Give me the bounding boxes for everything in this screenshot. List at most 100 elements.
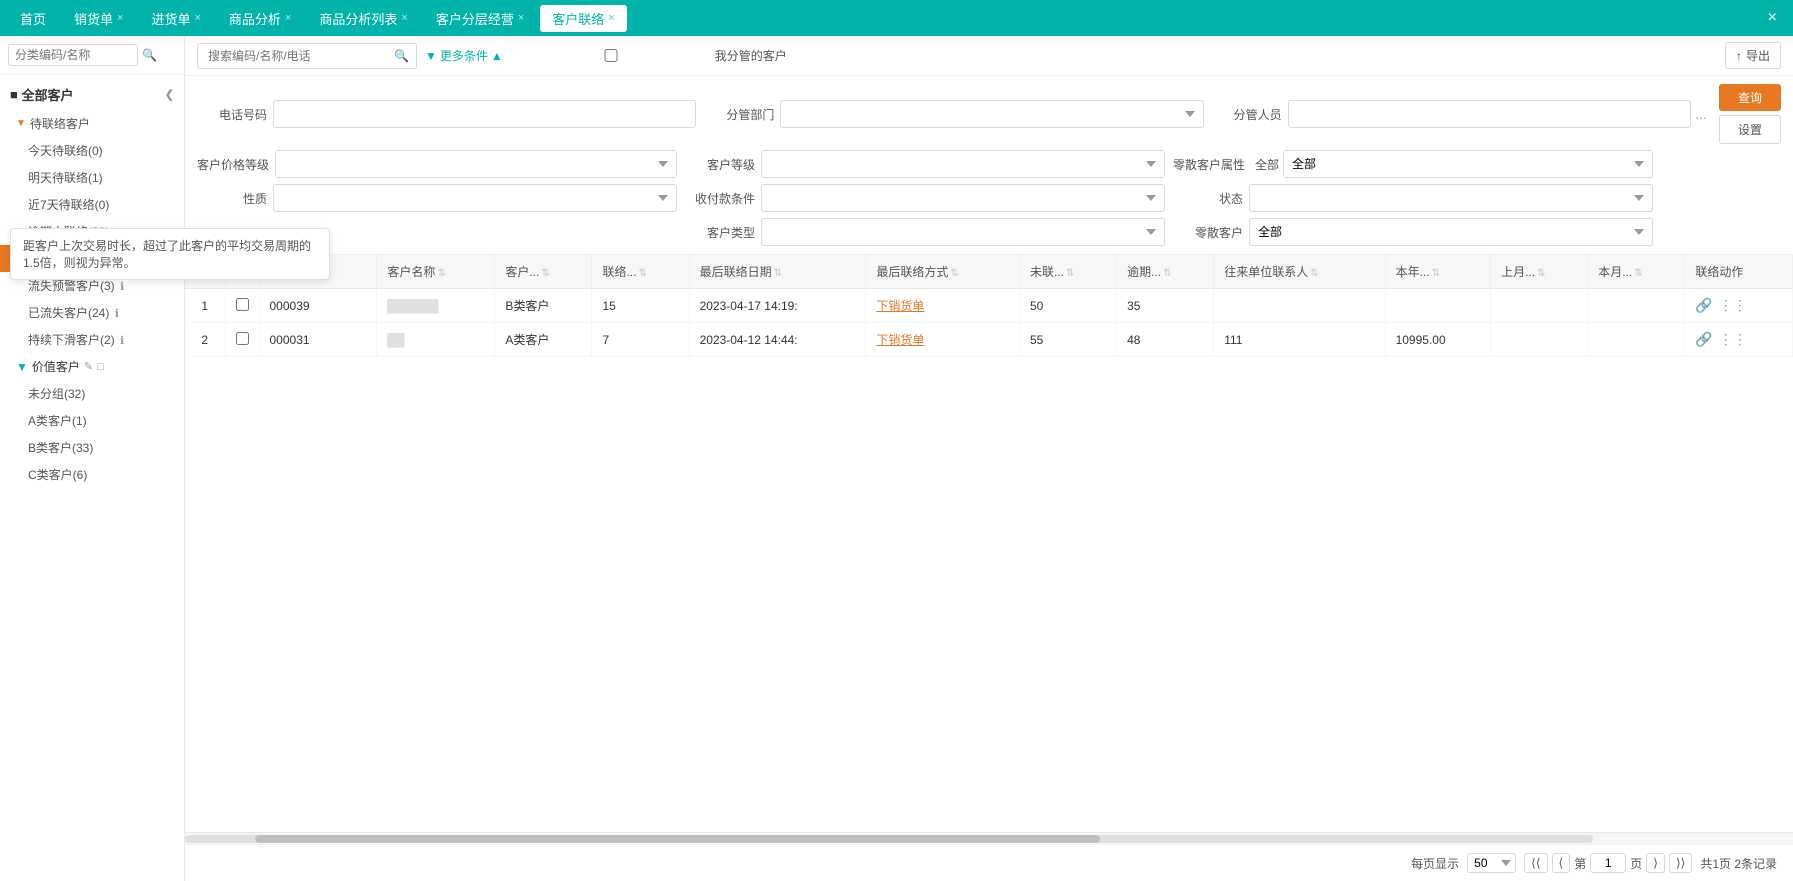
prev-page-btn[interactable]: ⟨	[1552, 853, 1571, 873]
name-sort-icon: ⇅	[437, 268, 445, 279]
main-search-icon[interactable]: 🔍	[394, 49, 409, 63]
price-level-select[interactable]	[275, 150, 677, 178]
per-page-select[interactable]: 50 10 20 100	[1467, 853, 1516, 873]
col-overdue[interactable]: 逾期...⇅	[1117, 255, 1214, 289]
row-checkbox[interactable]	[225, 289, 259, 323]
col-this-year[interactable]: 本年...⇅	[1385, 255, 1491, 289]
lost-warning-info-icon: ℹ	[120, 281, 124, 293]
col-this-month[interactable]: 本月...⇅	[1588, 255, 1685, 289]
row-last-method[interactable]: 下销货单	[866, 323, 1020, 357]
uncontacted-sort-icon: ⇅	[1066, 268, 1074, 279]
window-close-btn[interactable]: ×	[1760, 9, 1785, 27]
nav-purchase[interactable]: 进货单 ×	[139, 5, 212, 32]
close-purchase-tab[interactable]: ×	[194, 12, 200, 24]
query-button[interactable]: 查询	[1719, 84, 1781, 111]
search-input[interactable]	[197, 43, 417, 69]
sidebar-item-a-class[interactable]: A类客户(1)	[0, 407, 184, 434]
more-conditions-chevron: ▲	[491, 49, 503, 63]
scattered-customer-select[interactable]: 全部	[1249, 218, 1653, 246]
scrollbar-thumb[interactable]	[255, 835, 1100, 843]
col-type[interactable]: 客户...⇅	[495, 255, 592, 289]
scattered-attr-value: 全部	[1255, 156, 1279, 173]
row-seq: 2	[185, 323, 225, 357]
row-action-link-icon[interactable]: 🔗	[1695, 297, 1712, 314]
dept-select[interactable]	[780, 100, 1203, 128]
first-page-btn[interactable]: ⟨⟨	[1524, 853, 1547, 873]
table-header-row: ⚙ 客户编码⇅ 客户名称⇅ 客户...⇅	[185, 255, 1793, 289]
manager-dots[interactable]: ...	[1691, 106, 1711, 122]
last-page-btn[interactable]: ⟩⟩	[1669, 853, 1692, 873]
col-contact-person[interactable]: 往来单位联系人⇅	[1214, 255, 1385, 289]
nav-customer-tier[interactable]: 客户分层经营 ×	[424, 5, 536, 32]
scattered-attr-select[interactable]: 全部	[1283, 150, 1653, 178]
nav-home[interactable]: 首页	[8, 5, 58, 32]
customer-type-select[interactable]	[761, 218, 1165, 246]
more-conditions-btn[interactable]: ▼ 更多条件 ▲	[425, 47, 503, 64]
close-customer-tier-tab[interactable]: ×	[518, 12, 524, 24]
customer-level-select[interactable]	[761, 150, 1165, 178]
nav-customer-contact[interactable]: 客户联络 ×	[540, 5, 626, 32]
col-last-month[interactable]: 上月...⇅	[1491, 255, 1588, 289]
row-select-checkbox[interactable]	[236, 332, 249, 345]
value-edit-icon[interactable]: ✎	[84, 360, 93, 373]
row-select-checkbox[interactable]	[236, 298, 249, 311]
value-add-icon[interactable]: □	[97, 361, 104, 373]
my-customer-checkbox-area[interactable]: 我分管的客户	[511, 47, 787, 64]
customer-type-label: 客户类型	[685, 224, 755, 241]
status-select[interactable]	[1249, 184, 1653, 212]
close-analysis-tab[interactable]: ×	[285, 12, 291, 24]
row-action-more-icon[interactable]: ⋮⋮	[1719, 331, 1747, 348]
row-last-month	[1491, 323, 1588, 357]
my-customer-checkbox[interactable]	[511, 49, 711, 62]
sidebar-item-today[interactable]: 今天待联络(0)	[0, 137, 184, 164]
row-code: 000031	[259, 323, 377, 357]
horizontal-scrollbar[interactable]	[185, 832, 1793, 844]
scattered-attr-label: 零散客户属性	[1173, 156, 1245, 173]
col-last-contact-method[interactable]: 最后联络方式⇅	[866, 255, 1020, 289]
nav-analysis[interactable]: 商品分析 ×	[217, 5, 303, 32]
row-actions: 🔗 ⋮⋮	[1685, 289, 1793, 323]
payment-select[interactable]	[761, 184, 1165, 212]
sidebar-item-ungroup[interactable]: 未分组(32)	[0, 380, 184, 407]
page-number-input[interactable]	[1590, 853, 1626, 873]
col-name[interactable]: 客户名称⇅	[377, 255, 495, 289]
close-analysis-list-tab[interactable]: ×	[401, 12, 407, 24]
adv-filter-row3: 性质 收付款条件 状态	[197, 184, 1781, 212]
settings-button[interactable]: 设置	[1719, 115, 1781, 144]
manager-input[interactable]	[1288, 100, 1692, 128]
adv-filter-row2: 客户价格等级 客户等级 零散客户属性 全部 全部	[197, 150, 1781, 178]
sidebar-item-declining[interactable]: 持续下滑客户(2) ℹ	[0, 326, 184, 353]
phone-input[interactable]	[273, 100, 696, 128]
row-contact-person: 111	[1214, 323, 1385, 357]
sidebar-search-area: 🔍	[0, 36, 184, 75]
close-customer-contact-tab[interactable]: ×	[608, 12, 614, 24]
sidebar-value-group[interactable]: ▼ 价值客户 ✎ □	[0, 353, 184, 380]
nav-sales[interactable]: 销货单 ×	[62, 5, 135, 32]
col-contact-count[interactable]: 联络...⇅	[592, 255, 689, 289]
nav-analysis-list[interactable]: 商品分析列表 ×	[307, 5, 419, 32]
row-action-link-icon[interactable]: 🔗	[1695, 331, 1712, 348]
row-action-more-icon[interactable]: ⋮⋮	[1719, 297, 1747, 314]
col-last-contact-date[interactable]: 最后联络日期⇅	[689, 255, 866, 289]
col-uncontacted[interactable]: 未联...⇅	[1019, 255, 1116, 289]
close-sales-tab[interactable]: ×	[117, 12, 123, 24]
row-last-date: 2023-04-17 14:19:	[689, 289, 866, 323]
row-contact-count: 7	[592, 323, 689, 357]
sidebar-item-c-class[interactable]: C类客户(6)	[0, 461, 184, 488]
row-last-method[interactable]: 下销货单	[866, 289, 1020, 323]
sidebar-pending-group[interactable]: ▼ 待联络客户	[0, 110, 184, 137]
sidebar-search-input[interactable]	[8, 44, 138, 66]
sidebar-item-lost[interactable]: 已流失客户(24) ℹ	[0, 299, 184, 326]
nature-select[interactable]	[273, 184, 677, 212]
table-area: ⚙ 客户编码⇅ 客户名称⇅ 客户...⇅	[185, 255, 1793, 832]
sidebar-collapse-icon[interactable]: ❮	[165, 88, 174, 101]
sidebar-item-tomorrow[interactable]: 明天待联络(1)	[0, 164, 184, 191]
type-sort-icon: ⇅	[541, 268, 549, 279]
sidebar-item-7days[interactable]: 近7天待联络(0)	[0, 191, 184, 218]
sidebar-all-customers-header[interactable]: ■ 全部客户 ❮	[0, 79, 184, 110]
export-btn[interactable]: ↑ 导出	[1725, 42, 1781, 69]
row-checkbox[interactable]	[225, 323, 259, 357]
next-page-btn[interactable]: ⟩	[1646, 853, 1665, 873]
sidebar-item-b-class[interactable]: B类客户(33)	[0, 434, 184, 461]
sidebar-search-icon[interactable]: 🔍	[142, 48, 157, 62]
